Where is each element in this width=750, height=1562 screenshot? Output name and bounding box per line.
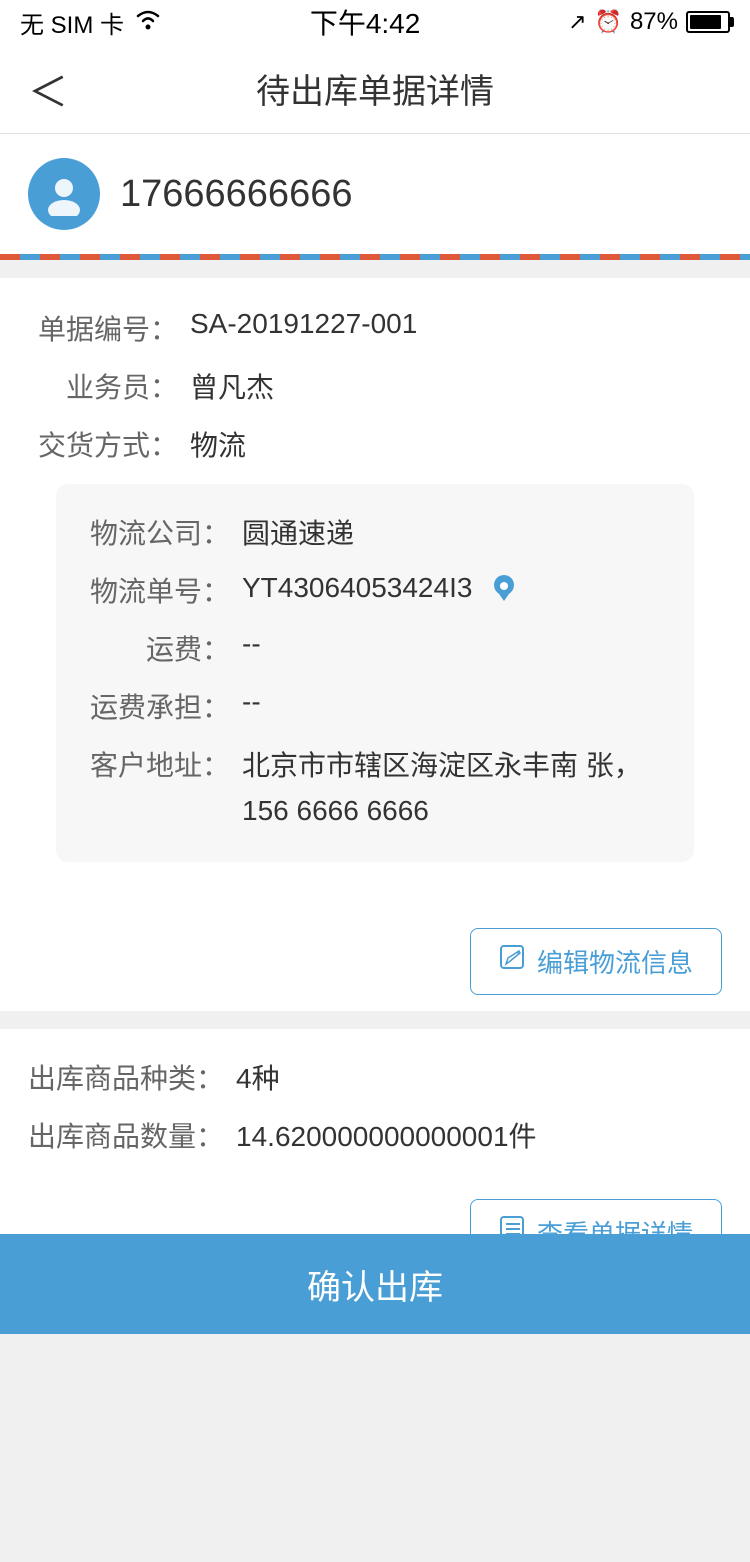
delivery-method-value: 物流 [190, 424, 722, 464]
sales-person-value: 曾凡杰 [190, 366, 722, 406]
confirm-label: 确认出库 [307, 1260, 443, 1309]
freight-value: -- [242, 628, 670, 660]
logistics-company-label: 物流公司： [80, 512, 230, 552]
address-value: 北京市市辖区海淀区永丰南 张，156 6666 6666 [242, 744, 670, 834]
status-right: ↗ ⏰ 87% [568, 8, 730, 36]
wifi-icon [134, 8, 162, 37]
product-quantity-label: 出库商品数量： [28, 1115, 224, 1155]
battery-percent: 87% [630, 8, 678, 36]
logistics-tracking-value: YT43064053424I3 [242, 570, 670, 606]
product-type-row: 出库商品种类： 4种 [28, 1057, 722, 1097]
freight-bearer-value: -- [242, 686, 670, 718]
freight-row: 运费： -- [80, 628, 670, 668]
section-gap-1 [0, 260, 750, 278]
order-info-section: 单据编号： SA-20191227-001 业务员： 曾凡杰 交货方式： 物流 … [0, 278, 750, 912]
nav-bar: ＜ 待出库单据详情 [0, 44, 750, 134]
address-row: 客户地址： 北京市市辖区海淀区永丰南 张，156 6666 6666 [80, 744, 670, 834]
freight-bearer-row: 运费承担： -- [80, 686, 670, 726]
logistics-company-value: 圆通速递 [242, 512, 670, 552]
confirm-button[interactable]: 确认出库 [0, 1234, 750, 1334]
back-button[interactable]: ＜ [28, 60, 68, 118]
product-type-label: 出库商品种类： [28, 1057, 224, 1097]
edit-logistics-button[interactable]: 编辑物流信息 [470, 928, 722, 995]
sales-person-row: 业务员： 曾凡杰 [28, 366, 722, 406]
product-quantity-value: 14.620000000000001件 [236, 1115, 722, 1155]
customer-header: 17666666666 [0, 134, 750, 254]
location-status-icon: ↗ [568, 9, 586, 35]
edit-logistics-container: 编辑物流信息 [0, 912, 750, 1011]
delivery-method-label: 交货方式： [28, 424, 178, 464]
address-label: 客户地址： [80, 744, 230, 784]
map-location-icon[interactable] [486, 570, 522, 606]
section-gap-2 [0, 1011, 750, 1029]
status-time: 下午4:42 [310, 2, 421, 42]
order-number-row: 单据编号： SA-20191227-001 [28, 308, 722, 348]
avatar [28, 158, 100, 230]
logistics-company-row: 物流公司： 圆通速递 [80, 512, 670, 552]
alarm-icon: ⏰ [595, 9, 622, 35]
status-bar: 无 SIM 卡 下午4:42 ↗ ⏰ 87% [0, 0, 750, 44]
product-type-value: 4种 [236, 1057, 722, 1097]
edit-logistics-label: 编辑物流信息 [537, 943, 693, 980]
page-title: 待出库单据详情 [256, 64, 494, 113]
logistics-tracking-row: 物流单号： YT43064053424I3 [80, 570, 670, 610]
delivery-method-row: 交货方式： 物流 [28, 424, 722, 464]
order-number-value: SA-20191227-001 [190, 308, 722, 340]
order-number-label: 单据编号： [28, 308, 178, 348]
freight-bearer-label: 运费承担： [80, 686, 230, 726]
product-quantity-row: 出库商品数量： 14.620000000000001件 [28, 1115, 722, 1155]
logistics-tracking-label: 物流单号： [80, 570, 230, 610]
battery-icon [686, 11, 730, 33]
stats-section: 出库商品种类： 4种 出库商品数量： 14.620000000000001件 [0, 1029, 750, 1183]
logistics-card: 物流公司： 圆通速递 物流单号： YT43064053424I3 [56, 484, 694, 862]
status-left: 无 SIM 卡 [20, 5, 162, 40]
freight-label: 运费： [80, 628, 230, 668]
customer-phone: 17666666666 [120, 173, 352, 216]
sales-person-label: 业务员： [28, 366, 178, 406]
carrier-label: 无 SIM 卡 [20, 5, 124, 40]
edit-icon [499, 944, 527, 979]
